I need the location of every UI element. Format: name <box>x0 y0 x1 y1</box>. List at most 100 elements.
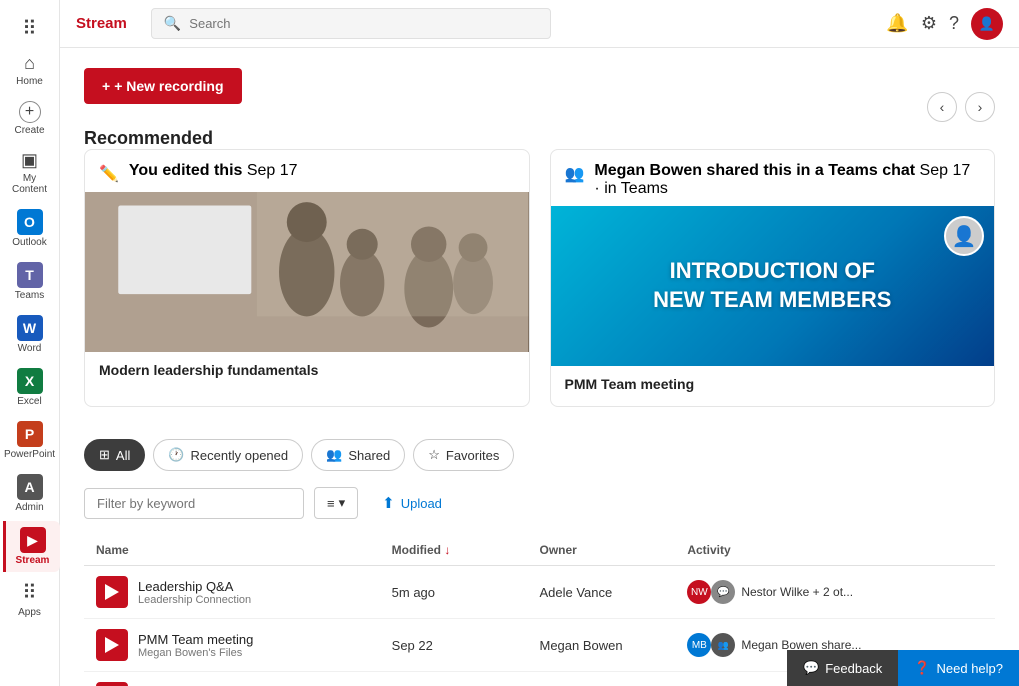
create-icon: + <box>19 101 41 123</box>
sort-chevron-icon: ▾ <box>339 495 346 511</box>
apps-icon: ⠿ <box>22 580 37 605</box>
card-thumbnail-1 <box>85 192 529 352</box>
main-content: + + New recording Recommended ‹ › ✏️ You… <box>60 48 1019 686</box>
card-thumbnail-2: INTRODUCTION OFNEW TEAM MEMBERS 👤 <box>551 206 995 366</box>
cards-row: ✏️ You edited this Sep 17 <box>84 149 995 407</box>
feedback-button[interactable]: 💬 Feedback <box>787 650 898 686</box>
card-meta: ✏️ You edited this Sep 17 <box>85 150 529 192</box>
filter-input[interactable] <box>84 488 304 519</box>
notifications-icon[interactable]: 🔔 <box>886 13 908 34</box>
file-sub-2: Megan Bowen's Files <box>138 647 253 659</box>
sidebar-item-excel[interactable]: X Excel <box>4 362 56 413</box>
sidebar-item-label: PowerPoint <box>4 449 55 460</box>
admin-icon: A <box>17 474 43 500</box>
topbar: Stream 🔍 🔔 ⚙ ? 👤 <box>60 0 1019 48</box>
sidebar-item-stream[interactable]: ▶ Stream <box>3 521 60 572</box>
sidebar-item-label: My Content <box>8 173 52 195</box>
card-pmm-team[interactable]: 👥 Megan Bowen shared this in a Teams cha… <box>550 149 996 407</box>
col-modified: Modified ↓ <box>392 543 540 557</box>
file-cell-2: PMM Team meeting Megan Bowen's Files <box>96 629 392 661</box>
help-icon[interactable]: ? <box>949 13 959 34</box>
sidebar-item-admin[interactable]: A Admin <box>4 468 56 519</box>
sort-down-icon: ↓ <box>444 543 450 557</box>
file-name-1: Leadership Q&A <box>138 579 251 594</box>
sidebar-item-powerpoint[interactable]: P PowerPoint <box>4 415 56 466</box>
filter-row: ≡ ▾ ⬆ Upload <box>84 487 995 519</box>
tab-recently-opened[interactable]: 🕐 Recently opened <box>153 439 303 471</box>
activity-1: NW 💬 Nestor Wilke + 2 ot... <box>687 580 983 604</box>
sidebar-item-my-content[interactable]: ▣ My Content <box>4 144 56 201</box>
owner-1: Adele Vance <box>539 585 687 600</box>
sidebar-item-outlook[interactable]: O Outlook <box>4 203 56 254</box>
tab-all[interactable]: ⊞ All <box>84 439 145 471</box>
feedback-bar: 💬 Feedback ❓ Need help? <box>787 650 1019 686</box>
table-row[interactable]: Leadership Q&A Leadership Connection 5m … <box>84 566 995 619</box>
sidebar-item-word[interactable]: W Word <box>4 309 56 360</box>
table-header: Name Modified ↓ Owner Activity <box>84 535 995 566</box>
card-thumb-avatar: 👤 <box>944 216 984 256</box>
col-name: Name <box>96 543 392 557</box>
sidebar-item-label: Apps <box>18 607 41 618</box>
sidebar-item-create[interactable]: + Create <box>4 95 56 142</box>
sidebar-item-label: Admin <box>15 502 43 513</box>
tab-shared-label: Shared <box>348 448 390 463</box>
grid-icon[interactable]: ⠿ <box>22 16 37 41</box>
card-meta-text-2: Megan Bowen shared this in a Teams chat … <box>594 162 980 198</box>
settings-icon[interactable]: ⚙ <box>921 13 937 34</box>
modified-1: 5m ago <box>392 585 540 600</box>
teams-icon: T <box>17 262 43 288</box>
sidebar-item-label: Outlook <box>12 237 46 248</box>
activity-avatar-1: NW <box>687 580 711 604</box>
card-modern-leadership[interactable]: ✏️ You edited this Sep 17 <box>84 149 530 407</box>
clock-icon: 🕐 <box>168 447 184 463</box>
sidebar-item-teams[interactable]: T Teams <box>4 256 56 307</box>
sidebar-item-apps[interactable]: ⠿ Apps <box>4 574 56 624</box>
help-circle-icon: ❓ <box>914 660 930 676</box>
file-icon-3 <box>96 682 128 686</box>
tabs-row: ⊞ All 🕐 Recently opened 👥 Shared ☆ Favor… <box>84 439 995 471</box>
my-content-icon: ▣ <box>21 150 38 171</box>
sidebar-item-label: Home <box>16 76 43 87</box>
card-meta-label-2: Megan Bowen shared this in a Teams chat <box>594 162 915 179</box>
card-title-1: Modern leadership fundamentals <box>85 352 529 392</box>
prev-button[interactable]: ‹ <box>927 92 957 122</box>
tab-all-label: All <box>116 448 130 463</box>
needhelp-label: Need help? <box>937 661 1004 676</box>
file-name-2: PMM Team meeting <box>138 632 253 647</box>
col-activity: Activity <box>687 543 983 557</box>
new-recording-button[interactable]: + + New recording <box>84 68 242 104</box>
tab-recently-opened-label: Recently opened <box>191 448 289 463</box>
star-icon: ☆ <box>428 447 440 463</box>
card-meta-label: You edited this <box>129 162 242 179</box>
activity-avatar-2b: 👥 <box>711 633 735 657</box>
card-title-2: PMM Team meeting <box>551 366 995 406</box>
activity-text-1: Nestor Wilke + 2 ot... <box>741 585 853 599</box>
share-icon: 👥 <box>565 164 585 184</box>
sort-button[interactable]: ≡ ▾ <box>314 487 358 519</box>
home-icon: ⌂ <box>24 53 35 74</box>
upload-button[interactable]: ⬆ Upload <box>368 487 456 519</box>
word-icon: W <box>17 315 43 341</box>
card-meta-text: You edited this Sep 17 <box>129 162 298 180</box>
sidebar-item-home[interactable]: ⌂ Home <box>4 47 56 93</box>
search-bar[interactable]: 🔍 <box>151 8 551 39</box>
search-input[interactable] <box>189 16 538 31</box>
app-title: Stream <box>76 15 127 32</box>
file-icon-1 <box>96 576 128 608</box>
all-icon: ⊞ <box>99 447 110 463</box>
card-meta-2: 👥 Megan Bowen shared this in a Teams cha… <box>551 150 995 206</box>
next-button[interactable]: › <box>965 92 995 122</box>
needhelp-button[interactable]: ❓ Need help? <box>898 650 1019 686</box>
file-cell-3: Learn a new skill Bright <box>96 682 392 686</box>
sidebar-item-label: Word <box>18 343 42 354</box>
file-sub-1: Leadership Connection <box>138 594 251 606</box>
avatar[interactable]: 👤 <box>971 8 1003 40</box>
tab-shared[interactable]: 👥 Shared <box>311 439 405 471</box>
tab-favorites-label: Favorites <box>446 448 499 463</box>
shared-icon: 👥 <box>326 447 342 463</box>
powerpoint-icon: P <box>17 421 43 447</box>
sidebar-item-label: Excel <box>17 396 41 407</box>
tab-favorites[interactable]: ☆ Favorites <box>413 439 514 471</box>
card-thumb-text: INTRODUCTION OFNEW TEAM MEMBERS <box>641 245 903 326</box>
feedback-label: Feedback <box>825 661 882 676</box>
